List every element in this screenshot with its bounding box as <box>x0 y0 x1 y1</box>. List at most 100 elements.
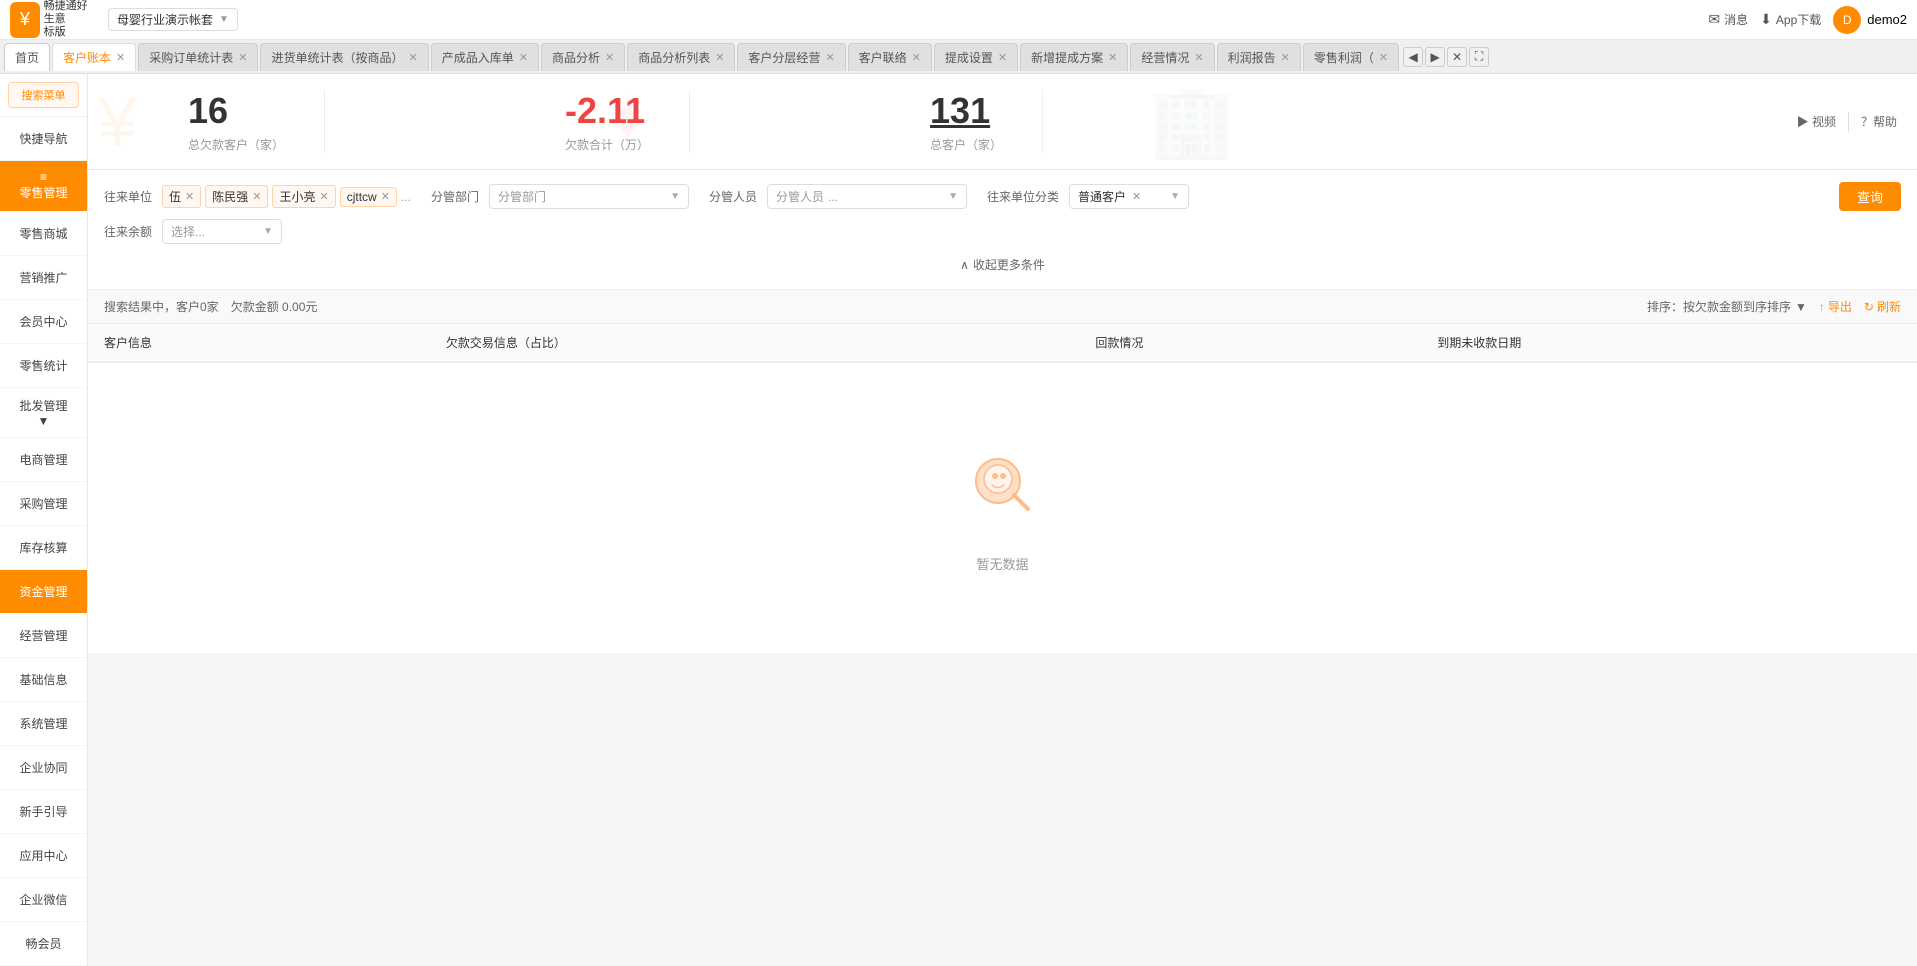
stat-bg-building-icon: 🏢 <box>1148 81 1235 163</box>
refresh-label: 刷新 <box>1877 298 1901 315</box>
tab-customer-segment-close[interactable]: ✕ <box>825 51 834 64</box>
help-button[interactable]: ？帮助 <box>1861 112 1897 132</box>
dept-select-arrow: ▼ <box>670 191 680 202</box>
tab-nav-right[interactable]: ▶ <box>1425 47 1445 67</box>
tab-profit-report-label: 利润报告 <box>1228 49 1276 66</box>
sidebar-item-retail-mall[interactable]: 零售商城 <box>0 212 87 256</box>
sidebar-item-quick-nav[interactable]: 快捷导航 <box>0 117 87 161</box>
person-placeholder: 分管人员 <box>776 188 824 205</box>
tab-home[interactable]: 首页 <box>4 43 50 71</box>
filter-tag-wang-remove[interactable]: ✕ <box>320 190 329 203</box>
tab-purchase-orders[interactable]: 采购订单统计表 ✕ <box>138 43 258 71</box>
person-filter-label: 分管人员 <box>709 188 757 205</box>
tab-profit-report-close[interactable]: ✕ <box>1281 51 1290 64</box>
unit-type-filter-select[interactable]: 普通客户 ✕ ▼ <box>1069 184 1189 209</box>
sidebar-capital-label: 资金管理 <box>19 583 67 600</box>
sidebar-inventory-label: 库存核算 <box>19 539 67 556</box>
tab-close-all[interactable]: ✕ <box>1447 47 1467 67</box>
tab-customer-contact[interactable]: 客户联络 ✕ <box>848 43 932 71</box>
video-help-button[interactable]: ▶ 视频 <box>1797 112 1836 132</box>
tab-purchase-orders-close[interactable]: ✕ <box>238 51 247 64</box>
sidebar-item-vip-member[interactable]: 畅会员 <box>0 922 87 966</box>
sidebar-item-app-center[interactable]: 应用中心 <box>0 834 87 878</box>
tab-retail-profit-label: 零售利润（ <box>1314 49 1374 66</box>
tab-customer-segment[interactable]: 客户分层经营 ✕ <box>737 43 845 71</box>
sidebar-search-area: 搜索菜单 <box>0 74 87 117</box>
filter-tag-cjttcw-text: cjttcw <box>347 190 377 204</box>
unit-type-remove-icon[interactable]: ✕ <box>1132 190 1141 203</box>
sidebar-item-inventory[interactable]: 库存核算 <box>0 526 87 570</box>
stat-total-debt-value: -2.11 <box>565 90 645 132</box>
tab-new-raise-plan[interactable]: 新增提成方案 ✕ <box>1020 43 1128 71</box>
tab-product-inbound-close[interactable]: ✕ <box>519 51 528 64</box>
sidebar-marketing-label: 营销推广 <box>19 269 67 286</box>
collapse-label: 收起更多条件 <box>973 256 1045 273</box>
refresh-button[interactable]: ↻ 刷新 <box>1864 298 1901 315</box>
tab-expand[interactable]: ⛶ <box>1469 47 1489 67</box>
sidebar-item-operation[interactable]: 经营管理 <box>0 614 87 658</box>
tab-nav-left[interactable]: ◀ <box>1403 47 1423 67</box>
sidebar-item-newbie[interactable]: 新手引导 <box>0 790 87 834</box>
sidebar-item-ecommerce[interactable]: 电商管理 <box>0 438 87 482</box>
results-bar-right: 排序：按欠款金额到序排序 ▼ ↑ 导出 ↻ 刷新 <box>1647 298 1901 315</box>
tab-goods-analysis[interactable]: 商品分析 ✕ <box>541 43 625 71</box>
filter-tag-wu-remove[interactable]: ✕ <box>185 190 194 203</box>
tab-home-label: 首页 <box>15 49 39 66</box>
sidebar-item-enterprise-wechat[interactable]: 企业微信 <box>0 878 87 922</box>
export-button[interactable]: ↑ 导出 <box>1819 298 1852 315</box>
sidebar-search-button[interactable]: 搜索菜单 <box>8 82 79 108</box>
tab-purchase-stats-close[interactable]: ✕ <box>409 51 418 64</box>
sidebar-item-purchase[interactable]: 采购管理 <box>0 482 87 526</box>
tab-customer-balance[interactable]: 客户账本 ✕ <box>52 43 136 71</box>
tab-bar: 首页 客户账本 ✕ 采购订单统计表 ✕ 进货单统计表（按商品） ✕ 产成品入库单… <box>0 40 1917 74</box>
tab-business-status[interactable]: 经营情况 ✕ <box>1130 43 1214 71</box>
tab-business-status-close[interactable]: ✕ <box>1194 51 1203 64</box>
person-filter-select[interactable]: 分管人员 ... ▼ <box>767 184 967 209</box>
tab-profit-report[interactable]: 利润报告 ✕ <box>1217 43 1301 71</box>
sidebar-item-basic[interactable]: 基础信息 <box>0 658 87 702</box>
sidebar-item-enterprise-collab[interactable]: 企业协同 <box>0 746 87 790</box>
remainder-filter-select[interactable]: 选择... ▼ <box>162 219 282 244</box>
tab-customer-contact-close[interactable]: ✕ <box>912 51 921 64</box>
tab-goods-analysis-list[interactable]: 商品分析列表 ✕ <box>627 43 735 71</box>
tab-goods-analysis-list-close[interactable]: ✕ <box>715 51 724 64</box>
sidebar-item-retail-stats[interactable]: 零售统计 <box>0 344 87 388</box>
message-button[interactable]: ✉ 消息 <box>1708 11 1748 28</box>
stat-total-debt-label: 欠款合计（万） <box>565 136 649 153</box>
results-summary: 搜索结果中，客户0家 <box>104 298 219 315</box>
filter-tag-cjttcw-remove[interactable]: ✕ <box>381 190 390 203</box>
tab-goods-analysis-close[interactable]: ✕ <box>605 51 614 64</box>
query-button[interactable]: 查询 <box>1839 182 1901 211</box>
sidebar-item-capital[interactable]: 资金管理 <box>0 570 87 614</box>
tab-retail-profit[interactable]: 零售利润（ ✕ <box>1303 43 1399 71</box>
filter-tag-chen-remove[interactable]: ✕ <box>252 190 261 203</box>
sidebar-enterprise-wechat-label: 企业微信 <box>19 891 67 908</box>
person-extra-button[interactable]: ... <box>828 190 838 204</box>
workspace-selector[interactable]: 母婴行业演示帐套 ▼ <box>108 8 238 31</box>
sort-select[interactable]: 排序：按欠款金额到序排序 ▼ <box>1647 298 1807 315</box>
dept-filter-select[interactable]: 分管部门 ▼ <box>489 184 689 209</box>
tab-purchase-stats[interactable]: 进货单统计表（按商品） ✕ <box>260 43 428 71</box>
filter-tag-chen: 陈民强 ✕ <box>205 185 268 208</box>
sidebar-basic-label: 基础信息 <box>19 671 67 688</box>
user-menu[interactable]: D demo2 <box>1833 6 1907 34</box>
tab-customer-balance-close[interactable]: ✕ <box>116 51 125 64</box>
sidebar-item-system[interactable]: 系统管理 <box>0 702 87 746</box>
tab-retail-profit-close[interactable]: ✕ <box>1379 51 1388 64</box>
top-bar-right: ✉ 消息 ⬇ App下载 D demo2 <box>1708 6 1907 34</box>
sidebar-item-retail[interactable]: ≡ 零售管理 <box>0 161 87 212</box>
filter-more-button[interactable]: ... <box>401 190 411 204</box>
wholesale-expand-icon: ▼ <box>38 414 50 428</box>
tab-new-raise-plan-close[interactable]: ✕ <box>1108 51 1117 64</box>
sidebar-item-member[interactable]: 会员中心 <box>0 300 87 344</box>
tab-raise-settings[interactable]: 提成设置 ✕ <box>934 43 1018 71</box>
sidebar-item-wholesale[interactable]: 批发管理 ▼ <box>0 388 87 439</box>
collapse-button[interactable]: ∧ 收起更多条件 <box>956 252 1049 277</box>
filter-area: 往来单位 伍 ✕ 陈民强 ✕ 王小亮 ✕ cjttcw <box>88 170 1917 290</box>
tab-raise-settings-close[interactable]: ✕ <box>998 51 1007 64</box>
sidebar-item-marketing[interactable]: 营销推广 <box>0 256 87 300</box>
col-customer-info: 客户信息 <box>88 324 430 362</box>
tab-product-inbound[interactable]: 产成品入库单 ✕ <box>431 43 539 71</box>
app-download-button[interactable]: ⬇ App下载 <box>1760 11 1821 28</box>
main-layout: 搜索菜单 快捷导航 ≡ 零售管理 零售商城 营销推广 会员中心 零售统计 批发管… <box>0 74 1917 966</box>
